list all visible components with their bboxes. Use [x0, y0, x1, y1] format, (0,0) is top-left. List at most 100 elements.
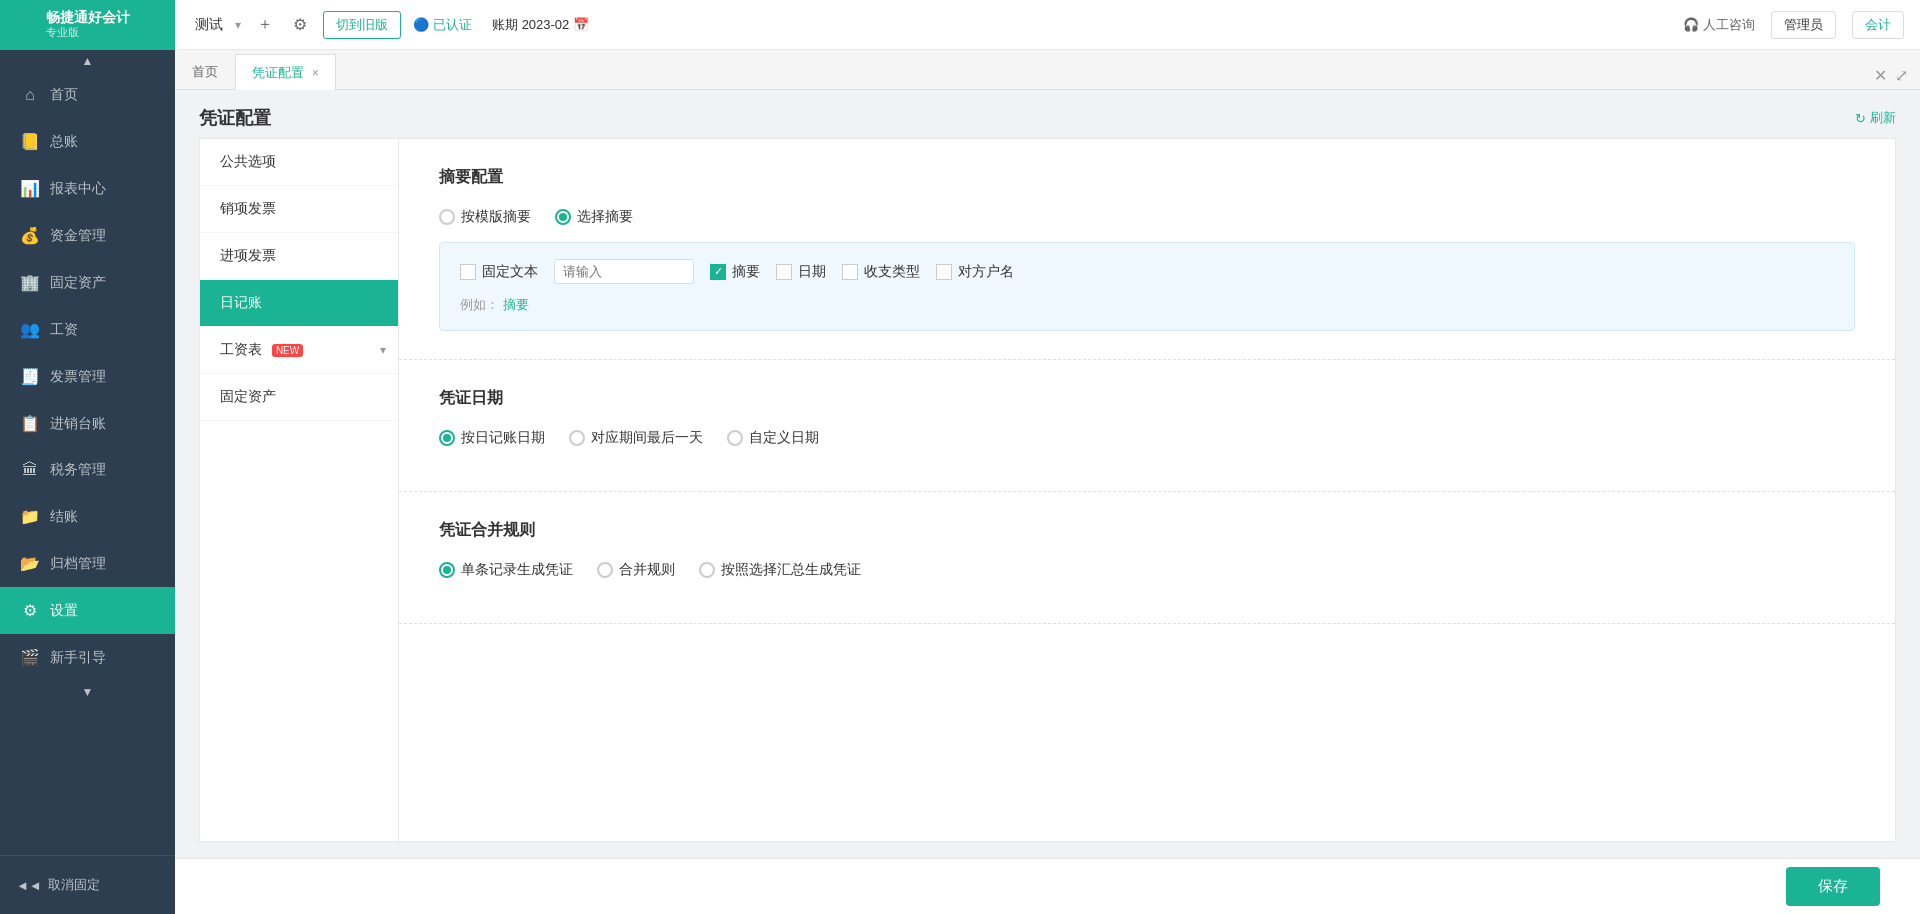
checkbox-payment-type-box	[842, 264, 858, 280]
sidebar-item-label: 发票管理	[50, 368, 106, 386]
radio-select-summary[interactable]: 选择摘要	[555, 208, 633, 226]
config-nav-public[interactable]: 公共选项	[200, 139, 398, 186]
radio-period-last-day[interactable]: 对应期间最后一天	[569, 429, 703, 447]
tab-bar: 首页 凭证配置 × ✕ ⤢	[175, 50, 1920, 90]
radio-summary-selected[interactable]: 按照选择汇总生成凭证	[699, 561, 861, 579]
period-label: 账期 2023-02 📅	[492, 16, 589, 34]
sidebar-item-guide[interactable]: 🎬 新手引导	[0, 634, 175, 681]
sidebar-item-tax[interactable]: 🏛 税务管理	[0, 447, 175, 493]
add-icon[interactable]: ＋	[253, 10, 277, 39]
sidebar-item-funds[interactable]: 💰 资金管理	[0, 212, 175, 259]
accountant-button[interactable]: 会计	[1852, 11, 1904, 39]
page-content: 凭证配置 ↻ 刷新 公共选项 销项发票 进项发票	[175, 90, 1920, 858]
archive-icon: 📂	[20, 554, 40, 573]
close-tab-icon[interactable]: ✕	[1874, 66, 1887, 85]
content-area: 首页 凭证配置 × ✕ ⤢ 凭证配置 ↻ 刷新	[175, 50, 1920, 914]
radio-circle-summary-selected	[699, 562, 715, 578]
certified-status: 🔵 已认证	[413, 16, 472, 34]
sidebar-item-reports[interactable]: 📊 报表中心	[0, 165, 175, 212]
checkbox-payment-type[interactable]: 收支类型	[842, 263, 920, 281]
sidebar-item-settings[interactable]: ⚙ 设置	[0, 587, 175, 634]
radio-circle-template	[439, 209, 455, 225]
merge-radio-group: 单条记录生成凭证 合并规则 按照选择汇总生成凭证	[439, 561, 1855, 579]
tab-home[interactable]: 首页	[175, 53, 235, 89]
config-nav-salary-sheet[interactable]: 工资表 NEW ▾	[200, 327, 398, 374]
page-title: 凭证配置	[199, 106, 271, 130]
checkbox-date-box	[776, 264, 792, 280]
consult-button[interactable]: 🎧 人工咨询	[1683, 16, 1755, 34]
sidebar-bottom: ◄◄ 取消固定	[0, 855, 175, 914]
refresh-icon: ↻	[1855, 111, 1866, 126]
save-button[interactable]: 保存	[1786, 867, 1880, 906]
checkbox-counterparty-box	[936, 264, 952, 280]
sidebar-item-close[interactable]: 📁 结账	[0, 493, 175, 540]
radio-circle-merge	[597, 562, 613, 578]
checkbox-fixed-text[interactable]: 固定文本	[460, 263, 538, 281]
logo: 畅捷通好会计 专业版	[0, 0, 175, 50]
new-badge: NEW	[272, 344, 303, 357]
checkbox-summary[interactable]: ✓ 摘要	[710, 263, 760, 281]
project-name: 测试	[195, 16, 223, 34]
radio-custom-date[interactable]: 自定义日期	[727, 429, 819, 447]
sidebar-item-label: 总账	[50, 133, 78, 151]
radio-circle-period-last	[569, 430, 585, 446]
radio-single-record[interactable]: 单条记录生成凭证	[439, 561, 573, 579]
refresh-button[interactable]: ↻ 刷新	[1855, 109, 1896, 127]
expand-tab-icon[interactable]: ⤢	[1895, 66, 1908, 85]
project-dropdown-icon[interactable]: ▾	[235, 18, 241, 32]
ledger-icon: 📒	[20, 132, 40, 151]
logo-title: 畅捷通好会计	[46, 9, 130, 26]
sidebar: ▲ ⌂ 首页 📒 总账 📊 报表中心 💰 资金管理 🏢 固定资产 👥 工资 🧾 …	[0, 50, 175, 914]
sidebar-item-archive[interactable]: 📂 归档管理	[0, 540, 175, 587]
sidebar-item-label: 结账	[50, 508, 78, 526]
funds-icon: 💰	[20, 226, 40, 245]
config-layout: 公共选项 销项发票 进项发票 日记账 工资表 NEW ▾	[175, 138, 1920, 858]
checkbox-summary-box: ✓	[710, 264, 726, 280]
radio-diary-date[interactable]: 按日记账日期	[439, 429, 545, 447]
sidebar-scroll-down[interactable]: ▼	[0, 681, 175, 703]
switch-version-button[interactable]: 切到旧版	[323, 11, 401, 39]
config-nav: 公共选项 销项发票 进项发票 日记账 工资表 NEW ▾	[199, 138, 399, 842]
sidebar-item-ledger[interactable]: 📒 总账	[0, 118, 175, 165]
sidebar-item-label: 报表中心	[50, 180, 106, 198]
summary-radio-group: 按模版摘要 选择摘要	[439, 208, 1855, 226]
example-text: 例如： 摘要	[460, 296, 1834, 314]
radio-merge-rule[interactable]: 合并规则	[597, 561, 675, 579]
tab-voucher-config[interactable]: 凭证配置 ×	[235, 54, 336, 90]
purchase-sales-icon: 📋	[20, 414, 40, 433]
sidebar-scroll-up[interactable]: ▲	[0, 50, 175, 72]
admin-button[interactable]: 管理员	[1771, 11, 1836, 39]
page-footer: 保存	[175, 858, 1920, 914]
date-radio-group: 按日记账日期 对应期间最后一天 自定义日期	[439, 429, 1855, 447]
radio-template-summary[interactable]: 按模版摘要	[439, 208, 531, 226]
close-books-icon: 📁	[20, 507, 40, 526]
checkbox-fixed-text-box	[460, 264, 476, 280]
fixed-text-input[interactable]	[554, 259, 694, 284]
settings-icon[interactable]: ⚙	[289, 11, 311, 38]
summary-section: 摘要配置 按模版摘要 选择摘要	[399, 139, 1895, 360]
sidebar-item-label: 税务管理	[50, 461, 106, 479]
config-nav-fixed-assets[interactable]: 固定资产	[200, 374, 398, 421]
salary-icon: 👥	[20, 320, 40, 339]
checkbox-counterparty[interactable]: 对方户名	[936, 263, 1014, 281]
sidebar-item-home[interactable]: ⌂ 首页	[0, 72, 175, 118]
invoice-icon: 🧾	[20, 367, 40, 386]
config-nav-purchase-invoice[interactable]: 进项发票	[200, 233, 398, 280]
radio-circle-custom-date	[727, 430, 743, 446]
config-nav-sales-invoice[interactable]: 销项发票	[200, 186, 398, 233]
sidebar-item-label: 进销台账	[50, 415, 106, 433]
cancel-fixed-button[interactable]: ◄◄ 取消固定	[0, 866, 175, 904]
summary-config-box: 固定文本 ✓ 摘要 日期	[439, 242, 1855, 331]
sidebar-item-purchase-sales[interactable]: 📋 进销台账	[0, 400, 175, 447]
checkbox-date[interactable]: 日期	[776, 263, 826, 281]
summary-section-title: 摘要配置	[439, 167, 1855, 188]
sidebar-item-invoice[interactable]: 🧾 发票管理	[0, 353, 175, 400]
tab-close-icon[interactable]: ×	[312, 66, 319, 80]
chevron-down-icon: ▾	[380, 343, 386, 357]
sidebar-item-salary[interactable]: 👥 工资	[0, 306, 175, 353]
sidebar-item-label: 首页	[50, 86, 78, 104]
sidebar-item-label: 固定资产	[50, 274, 106, 292]
radio-circle-select	[555, 209, 571, 225]
config-nav-diary[interactable]: 日记账	[200, 280, 398, 327]
sidebar-item-fixed-assets[interactable]: 🏢 固定资产	[0, 259, 175, 306]
